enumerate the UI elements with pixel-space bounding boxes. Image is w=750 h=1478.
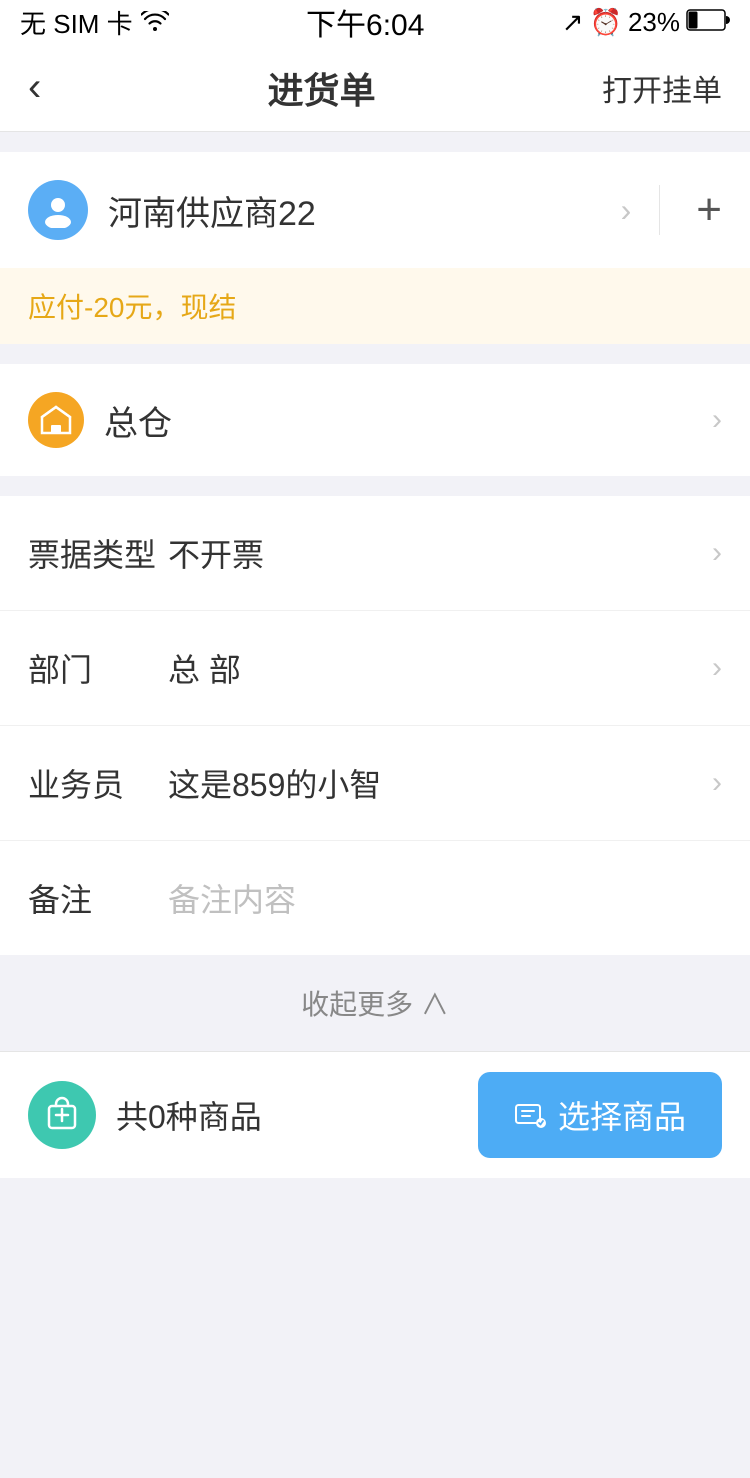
open-pending-button[interactable]: 打开挂单 (602, 66, 722, 110)
supplier-name: 河南供应商22 (108, 186, 621, 235)
warehouse-name: 总仓 (104, 396, 712, 445)
supplier-section: 河南供应商22 › + 应付-20元，现结 (0, 152, 750, 344)
nav-bar: ‹ 进货单 打开挂单 (0, 44, 750, 132)
invoice-label: 票据类型 (28, 530, 168, 576)
goods-count: 共0种商品 (116, 1092, 478, 1138)
alarm-icon: ⏰ (590, 7, 622, 38)
invoice-row[interactable]: 票据类型 不开票 › (0, 496, 750, 611)
warehouse-section[interactable]: 总仓 › (0, 364, 750, 476)
divider (659, 185, 660, 235)
select-goods-button[interactable]: 选择商品 (478, 1072, 722, 1158)
bottom-bar: 共0种商品 选择商品 (0, 1051, 750, 1178)
dept-label: 部门 (28, 645, 168, 691)
remark-label: 备注 (28, 875, 168, 921)
status-bar: 无 SIM 卡 下午6:04 ↗ ⏰ 23% (0, 0, 750, 44)
warehouse-row[interactable]: 总仓 › (0, 364, 750, 476)
section-gap-3 (0, 476, 750, 496)
status-bar-time: 下午6:04 (306, 0, 424, 44)
remark-input[interactable]: 备注内容 (168, 875, 722, 921)
salesperson-row[interactable]: 业务员 这是859的小智 › (0, 726, 750, 841)
collapse-label: 收起更多 ∧ (301, 983, 449, 1023)
back-button[interactable]: ‹ (28, 65, 41, 110)
supplier-row[interactable]: 河南供应商22 › + (0, 152, 750, 268)
status-bar-right: ↗ ⏰ 23% (562, 7, 730, 38)
remark-row[interactable]: 备注 备注内容 (0, 841, 750, 955)
form-section: 票据类型 不开票 › 部门 总 部 › 业务员 这是859的小智 › 备注 备注… (0, 496, 750, 955)
dept-value: 总 部 (168, 645, 712, 691)
salesperson-value: 这是859的小智 (168, 760, 712, 806)
salesperson-chevron-icon: › (712, 766, 722, 800)
location-icon: ↗ (562, 7, 584, 38)
dept-row[interactable]: 部门 总 部 › (0, 611, 750, 726)
invoice-chevron-icon: › (712, 536, 722, 570)
wifi-icon (141, 7, 169, 38)
goods-icon (28, 1081, 96, 1149)
battery-icon (686, 7, 730, 38)
no-sim-label: 无 SIM 卡 (20, 4, 133, 41)
supplier-chevron-icon: › (621, 192, 632, 229)
supplier-avatar (28, 180, 88, 240)
page-background (0, 1178, 750, 1478)
collapse-row[interactable]: 收起更多 ∧ (0, 955, 750, 1051)
notice-banner: 应付-20元，现结 (0, 268, 750, 344)
dept-chevron-icon: › (712, 651, 722, 685)
invoice-value: 不开票 (168, 530, 712, 576)
section-gap-2 (0, 344, 750, 364)
notice-text: 应付-20元，现结 (28, 292, 236, 323)
select-goods-label: 选择商品 (558, 1092, 686, 1138)
salesperson-label: 业务员 (28, 760, 168, 806)
page-title: 进货单 (268, 62, 376, 114)
section-gap-1 (0, 132, 750, 152)
status-bar-left: 无 SIM 卡 (20, 4, 169, 41)
battery-label: 23% (628, 7, 680, 38)
warehouse-icon (28, 392, 84, 448)
warehouse-chevron-icon: › (712, 403, 722, 437)
add-button[interactable]: + (696, 185, 722, 235)
